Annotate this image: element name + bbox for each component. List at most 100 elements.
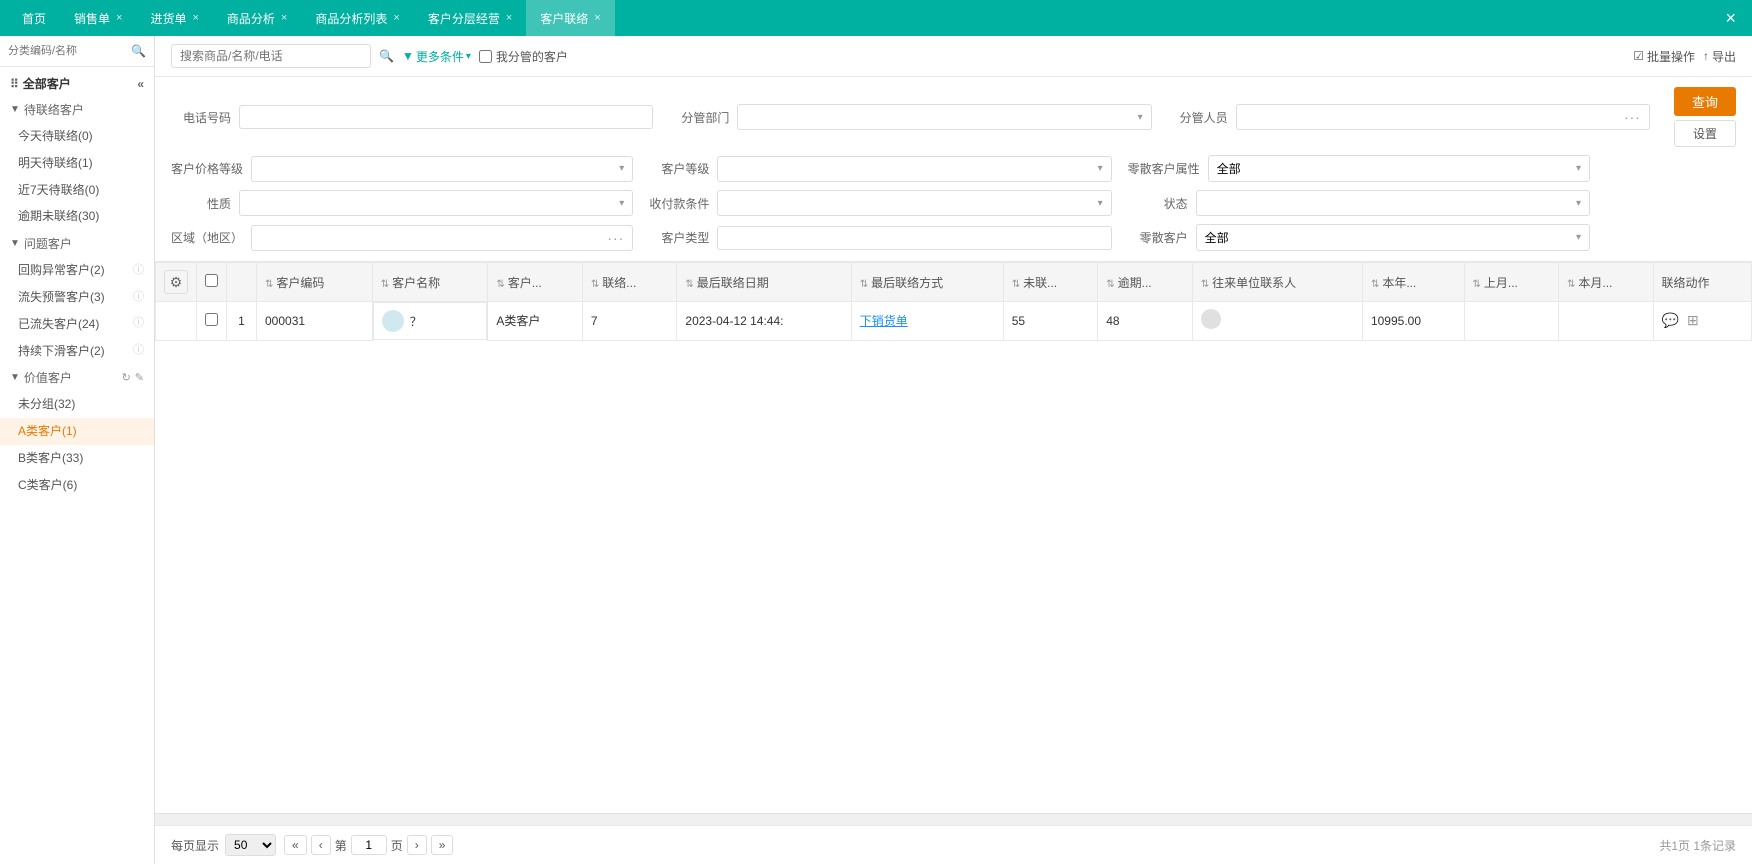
filter-phone-input[interactable] bbox=[239, 105, 653, 129]
filter-dept-select[interactable]: ▾ bbox=[737, 104, 1151, 130]
sidebar-item-churn-warning[interactable]: 流失预警客户(3) ⓘ bbox=[0, 284, 154, 311]
info-icon: ⓘ bbox=[133, 316, 144, 331]
page-number-input[interactable] bbox=[351, 835, 387, 855]
collapse-sidebar-icon[interactable]: « bbox=[137, 77, 144, 91]
row-unit-contact-cell bbox=[1192, 302, 1362, 341]
refresh-icon[interactable]: ↻ bbox=[122, 371, 131, 384]
nav-home[interactable]: 首页 bbox=[8, 0, 60, 36]
row-checkbox-cell[interactable] bbox=[197, 302, 227, 341]
close-analysis-tab[interactable]: × bbox=[281, 12, 287, 24]
dots-icon: ··· bbox=[1624, 109, 1641, 125]
col-contact[interactable]: ⇅联络... bbox=[582, 263, 677, 302]
edit-icon[interactable]: ✎ bbox=[135, 371, 144, 384]
nav-tab-customer-contact[interactable]: 客户联络 × bbox=[526, 0, 614, 36]
page-size-select[interactable]: 50 100 200 bbox=[225, 834, 276, 856]
sidebar-search-icon[interactable]: 🔍 bbox=[131, 44, 146, 58]
sidebar-item-declining[interactable]: 持续下滑客户(2) ⓘ bbox=[0, 338, 154, 365]
sidebar-group-problem[interactable]: ▼ 问题客户 bbox=[0, 230, 154, 257]
sidebar-item-a-class[interactable]: A类客户(1) bbox=[0, 418, 154, 445]
row-last-method-cell[interactable]: 下销货单 bbox=[851, 302, 1003, 341]
nav-tab-analysis[interactable]: 商品分析 × bbox=[213, 0, 301, 36]
filter-manager-select[interactable]: ··· bbox=[1236, 104, 1650, 130]
first-page-btn[interactable]: « bbox=[284, 835, 307, 855]
close-customer-segment-tab[interactable]: × bbox=[506, 12, 512, 24]
main-layout: 🔍 ⠿ 全部客户 « ▼ 待联络客户 今天待联络(0) 明天待联络(1) 近7天… bbox=[0, 36, 1752, 864]
filter-customer-type-input[interactable] bbox=[717, 226, 1111, 250]
col-unit-contact[interactable]: ⇅往来单位联系人 bbox=[1192, 263, 1362, 302]
sidebar-item-churned[interactable]: 已流失客户(24) ⓘ bbox=[0, 311, 154, 338]
col-overdue[interactable]: ⇅逾期... bbox=[1098, 263, 1193, 302]
col-last-date[interactable]: ⇅最后联络日期 bbox=[677, 263, 851, 302]
col-settings[interactable]: ⚙ bbox=[156, 263, 197, 302]
sidebar-search-input[interactable] bbox=[8, 45, 127, 57]
dropdown-icon: ▾ bbox=[1098, 198, 1103, 209]
close-customer-contact-tab[interactable]: × bbox=[594, 12, 600, 24]
query-btn[interactable]: 查询 bbox=[1674, 87, 1736, 116]
dropdown-icon: ▾ bbox=[1576, 198, 1581, 209]
filter-region-select[interactable]: ··· bbox=[251, 225, 633, 251]
filter-status-select[interactable]: ▾ bbox=[1196, 190, 1590, 216]
sidebar-item-b-class[interactable]: B类客户(33) bbox=[0, 445, 154, 472]
next-page-btn[interactable]: › bbox=[407, 835, 427, 855]
sidebar-item-repurchase-abnormal[interactable]: 回购异常客户(2) ⓘ bbox=[0, 257, 154, 284]
filter-row-2: 客户价格等级 ▾ 客户等级 ▾ 零散客户属性 全部 bbox=[171, 155, 1736, 182]
sidebar-group-value[interactable]: ▼ 价值客户 ↻ ✎ bbox=[0, 364, 154, 391]
batch-op-btn[interactable]: ☑ 批量操作 bbox=[1633, 48, 1695, 65]
sidebar-item-today[interactable]: 今天待联络(0) bbox=[0, 123, 154, 150]
close-all-tabs[interactable]: × bbox=[1717, 8, 1744, 29]
filter-customer-level: 客户等级 ▾ bbox=[649, 156, 1111, 182]
select-all-checkbox[interactable] bbox=[205, 274, 218, 287]
close-analysis-list-tab[interactable]: × bbox=[393, 12, 399, 24]
filter-payment-select[interactable]: ▾ bbox=[717, 190, 1111, 216]
nav-tab-purchase[interactable]: 进货单 × bbox=[136, 0, 212, 36]
more-conditions-btn[interactable]: ▼ 更多条件 ▾ bbox=[402, 48, 471, 65]
row-checkbox[interactable] bbox=[205, 313, 218, 326]
nav-tab-sales[interactable]: 销售单 × bbox=[60, 0, 136, 36]
qr-icon[interactable]: ⊞ bbox=[1687, 312, 1699, 329]
row-contact-cell: 7 bbox=[582, 302, 677, 341]
last-page-btn[interactable]: » bbox=[431, 835, 454, 855]
filter-customer-level-select[interactable]: ▾ bbox=[717, 156, 1111, 182]
close-sales-tab[interactable]: × bbox=[116, 12, 122, 24]
col-last-method[interactable]: ⇅最后联络方式 bbox=[851, 263, 1003, 302]
chat-icon[interactable]: 💬 bbox=[1662, 312, 1679, 329]
close-purchase-tab[interactable]: × bbox=[192, 12, 198, 24]
last-method-link[interactable]: 下销货单 bbox=[860, 314, 908, 328]
sidebar-all-customers[interactable]: ⠿ 全部客户 « bbox=[0, 67, 154, 96]
filter-dept: 分管部门 ▾ bbox=[669, 104, 1151, 130]
filter-scatter-customer-select[interactable]: 全部 ▾ bbox=[1196, 224, 1590, 251]
col-this-month[interactable]: ⇅本月... bbox=[1559, 263, 1654, 302]
sidebar-item-tomorrow[interactable]: 明天待联络(1) bbox=[0, 150, 154, 177]
col-name[interactable]: ⇅客户名称 bbox=[372, 263, 488, 302]
prev-page-btn[interactable]: ‹ bbox=[311, 835, 331, 855]
filter-scatter-attr-select[interactable]: 全部 ▾ bbox=[1208, 155, 1590, 182]
settings-btn[interactable]: 设置 bbox=[1674, 120, 1736, 147]
pagination-right: 共1页 1条记录 bbox=[1659, 837, 1736, 854]
sidebar-item-week[interactable]: 近7天待联络(0) bbox=[0, 177, 154, 204]
scroll-area[interactable]: ⚙ ⇅客户编码 ⇅客户名称 ⇅客户... ⇅联络... ⇅最后联络日期 ⇅最后 bbox=[155, 262, 1752, 813]
col-last-month[interactable]: ⇅上月... bbox=[1464, 263, 1559, 302]
sidebar-item-overdue[interactable]: 逾期未联络(30) bbox=[0, 203, 154, 230]
col-not-contact[interactable]: ⇅未联... bbox=[1003, 263, 1098, 302]
my-customers-label[interactable]: 我分管的客户 bbox=[479, 48, 568, 65]
unit-contact-avatar bbox=[1201, 309, 1221, 329]
col-this-year[interactable]: ⇅本年... bbox=[1362, 263, 1464, 302]
gear-icon[interactable]: ⚙ bbox=[164, 270, 188, 294]
filter-payment: 收付款条件 ▾ bbox=[649, 190, 1111, 216]
search-icon[interactable]: 🔍 bbox=[379, 49, 394, 63]
search-input[interactable] bbox=[171, 44, 371, 68]
filter-price-level-select[interactable]: ▾ bbox=[251, 156, 633, 182]
nav-tab-customer-segment[interactable]: 客户分层经营 × bbox=[414, 0, 526, 36]
nav-tab-analysis-list[interactable]: 商品分析列表 × bbox=[301, 0, 413, 36]
bottom-scrollbar[interactable] bbox=[155, 813, 1752, 825]
my-customers-checkbox[interactable] bbox=[479, 50, 492, 63]
sidebar-item-c-class[interactable]: C类客户(6) bbox=[0, 472, 154, 499]
sidebar-group-pending[interactable]: ▼ 待联络客户 bbox=[0, 96, 154, 123]
col-code[interactable]: ⇅客户编码 bbox=[257, 263, 373, 302]
filter-nature: 性质 ▾ bbox=[171, 190, 633, 216]
col-type[interactable]: ⇅客户... bbox=[488, 263, 583, 302]
filter-nature-select[interactable]: ▾ bbox=[239, 190, 633, 216]
avatar bbox=[382, 310, 404, 332]
export-btn[interactable]: ↑ 导出 bbox=[1703, 48, 1736, 65]
sidebar-item-ungrouped[interactable]: 未分组(32) bbox=[0, 391, 154, 418]
